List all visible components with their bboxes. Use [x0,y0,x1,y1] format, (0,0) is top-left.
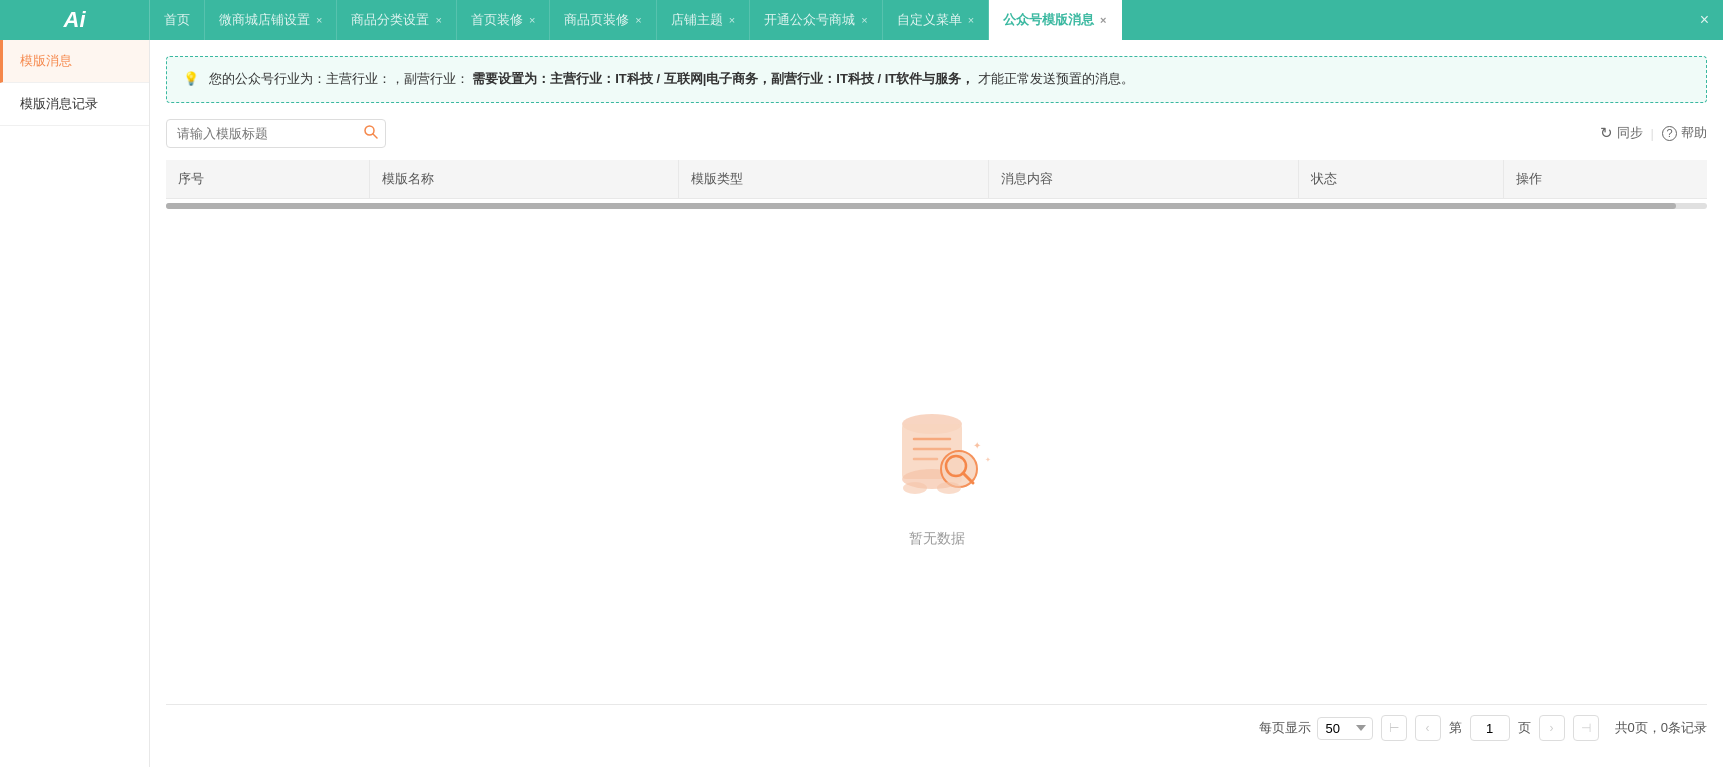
tab-item-5[interactable]: 店铺主题 × [657,0,750,40]
notice-suffix: 才能正常发送预置的消息。 [978,71,1134,86]
page-number-input[interactable] [1470,715,1510,741]
tab-close-3[interactable]: × [529,14,535,26]
sync-button[interactable]: ↻ 同步 [1600,124,1643,142]
svg-text:✦: ✦ [973,440,981,451]
svg-point-14 [937,482,961,494]
notice-box: 💡 您的公众号行业为：主营行业：，副营行业： 需要设置为：主营行业：IT科技 /… [166,56,1707,103]
col-header-status: 状态 [1299,160,1504,199]
tab-close-4[interactable]: × [635,14,641,26]
page-label-post: 页 [1518,719,1531,737]
tab-label-8: 公众号模版消息 [1003,11,1094,29]
svg-text:✦: ✦ [985,456,991,463]
tab-item-2[interactable]: 商品分类设置 × [337,0,456,40]
page-label-pre: 第 [1449,719,1462,737]
search-icon [364,125,378,139]
first-page-button[interactable]: ⊢ [1381,715,1407,741]
data-table: 序号模版名称模版类型消息内容状态操作 [166,160,1707,199]
help-button[interactable]: ? 帮助 [1662,124,1707,142]
next-page-button[interactable]: › [1539,715,1565,741]
tab-item-4[interactable]: 商品页装修 × [550,0,656,40]
sidebar: 模版消息模版消息记录 [0,40,150,767]
sync-icon: ↻ [1600,124,1613,142]
col-header-type: 模版类型 [679,160,989,199]
tab-item-1[interactable]: 微商城店铺设置 × [205,0,337,40]
tab-label-4: 商品页装修 [564,11,629,29]
col-header-action: 操作 [1504,160,1707,199]
prev-page-button[interactable]: ‹ [1415,715,1441,741]
scrollbar-track[interactable] [166,203,1707,209]
tab-label-5: 店铺主题 [671,11,723,29]
tab-item-0[interactable]: 首页 [150,0,205,40]
svg-line-1 [373,134,377,138]
toolbar-right: ↻ 同步 | ? 帮助 [1600,124,1707,142]
empty-illustration: ✦ ✦ [877,394,997,514]
notice-highlight: 需要设置为：主营行业：IT科技 / 互联网|电子商务，副营行业：IT科技 / I… [472,71,974,86]
notice-icon: 💡 [183,71,199,86]
empty-state: ✦ ✦ 暂无数据 [166,219,1707,704]
pagination-area: 每页显示 10 20 50 100 ⊢ ‹ 第 页 › ⊣ 共0页，0条记录 [166,704,1707,751]
per-page-label: 每页显示 [1259,719,1311,737]
global-close-button[interactable]: × [1686,0,1723,40]
col-header-name: 模版名称 [369,160,679,199]
tab-close-2[interactable]: × [435,14,441,26]
logo: Ai [0,0,150,40]
search-bar: ↻ 同步 | ? 帮助 [166,119,1707,148]
col-header-index: 序号 [166,160,369,199]
tab-label-3: 首页装修 [471,11,523,29]
tab-close-6[interactable]: × [861,14,867,26]
sidebar-item-0[interactable]: 模版消息 [0,40,149,83]
tab-close-7[interactable]: × [968,14,974,26]
tab-label-7: 自定义菜单 [897,11,962,29]
tab-label-0: 首页 [164,11,190,29]
help-label: 帮助 [1681,124,1707,142]
tab-label-2: 商品分类设置 [351,11,429,29]
scrollbar-thumb [166,203,1676,209]
tab-close-1[interactable]: × [316,14,322,26]
page-size-dropdown[interactable]: 10 20 50 100 [1317,717,1373,740]
tab-close-8[interactable]: × [1100,14,1106,26]
svg-point-13 [903,482,927,494]
sync-label: 同步 [1617,124,1643,142]
search-input-wrap [166,119,386,148]
page-size-selector: 每页显示 10 20 50 100 [1259,717,1373,740]
content-area: 💡 您的公众号行业为：主营行业：，副营行业： 需要设置为：主营行业：IT科技 /… [150,40,1723,767]
notice-prefix: 您的公众号行业为：主营行业：，副营行业： [209,71,469,86]
total-info: 共0页，0条记录 [1615,719,1707,737]
tab-item-6[interactable]: 开通公众号商城 × [750,0,882,40]
tab-item-8[interactable]: 公众号模版消息 × [989,0,1121,40]
tab-label-6: 开通公众号商城 [764,11,855,29]
empty-text: 暂无数据 [909,530,965,548]
col-header-content: 消息内容 [989,160,1299,199]
help-icon: ? [1662,126,1677,141]
tab-label-1: 微商城店铺设置 [219,11,310,29]
toolbar-divider: | [1651,126,1654,141]
tab-item-3[interactable]: 首页装修 × [457,0,550,40]
tab-close-5[interactable]: × [729,14,735,26]
last-page-button[interactable]: ⊣ [1573,715,1599,741]
search-button[interactable] [364,125,378,142]
tab-item-7[interactable]: 自定义菜单 × [883,0,989,40]
sidebar-item-1[interactable]: 模版消息记录 [0,83,149,126]
search-input[interactable] [166,119,386,148]
